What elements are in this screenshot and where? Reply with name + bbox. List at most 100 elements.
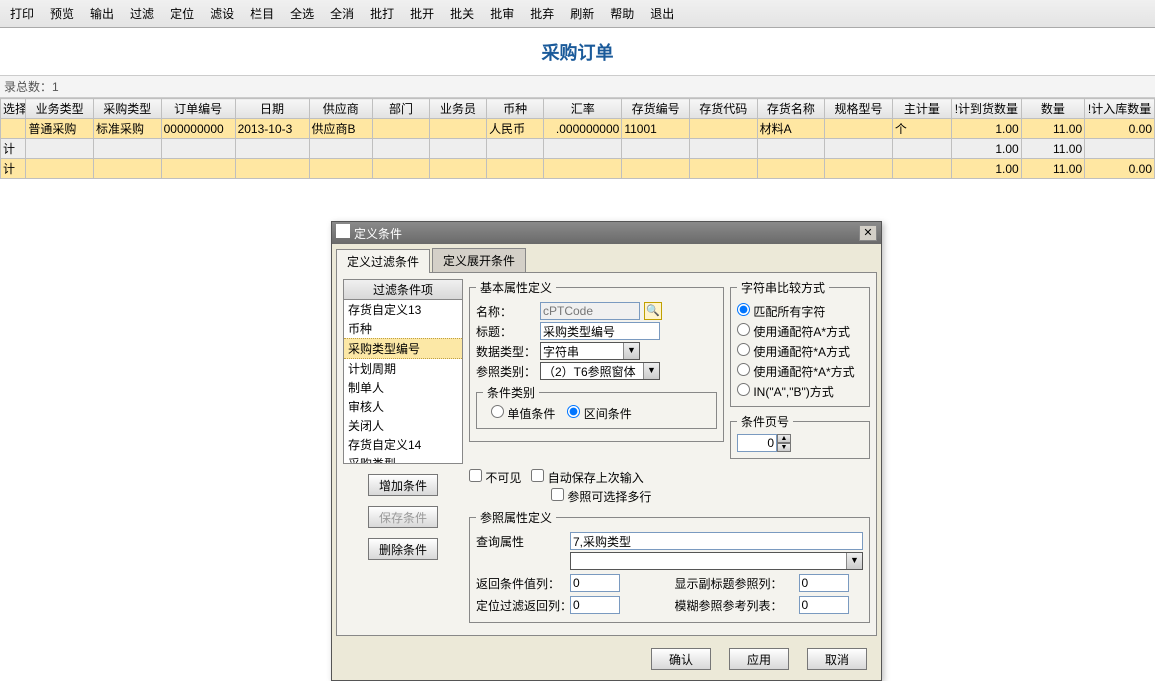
filter-list[interactable]: 存货自定义13币种采购类型编号计划周期制单人审核人关闭人存货自定义14采购类型存… (343, 300, 463, 464)
autosave-checkbox[interactable]: 自动保存上次输入 (531, 469, 643, 486)
col-header[interactable]: 存货名称 (757, 99, 825, 119)
toolbar-批审[interactable]: 批审 (482, 1, 522, 27)
compare-option[interactable]: 使用通配符*A*方式 (737, 363, 863, 380)
toolbar-栏目[interactable]: 栏目 (242, 1, 282, 27)
tab-expand-condition[interactable]: 定义展开条件 (432, 248, 526, 272)
col-header[interactable]: 存货编号 (622, 99, 690, 119)
list-item[interactable]: 计划周期 (344, 359, 462, 378)
compare-fieldset: 字符串比较方式 匹配所有字符 使用通配符A*方式 使用通配符*A方式 使用通配符… (730, 279, 870, 407)
cell: 2013-10-3 (235, 119, 309, 139)
list-item[interactable]: 币种 (344, 319, 462, 338)
col-header[interactable]: 币种 (487, 99, 544, 119)
toolbar-定位[interactable]: 定位 (162, 1, 202, 27)
compare-option[interactable]: 匹配所有字符 (737, 303, 863, 320)
name-label: 名称： (476, 303, 536, 320)
list-item[interactable]: 审核人 (344, 397, 462, 416)
col-header[interactable]: 订单编号 (161, 99, 235, 119)
spin-up-icon[interactable]: ▲ (777, 434, 791, 443)
basic-attr-fieldset: 基本属性定义 名称： 🔍 标题： 数据类型： (469, 279, 724, 442)
fuzzy-label: 模糊参照参考列表： (675, 597, 795, 614)
datatype-select[interactable]: 字符串▼ (540, 342, 640, 360)
col-header[interactable]: 部门 (372, 99, 429, 119)
save-condition-button[interactable]: 保存条件 (368, 506, 438, 528)
dialog-titlebar[interactable]: 定义条件 ✕ (332, 222, 881, 244)
cell (309, 159, 372, 179)
cell (622, 159, 690, 179)
tab-filter-condition[interactable]: 定义过滤条件 (336, 249, 430, 273)
toolbar-滤设[interactable]: 滤设 (202, 1, 242, 27)
pageno-stepper[interactable]: ▲▼ (737, 434, 791, 452)
list-item[interactable]: 采购类型 (344, 454, 462, 464)
col-header[interactable]: 选择 (1, 99, 26, 119)
col-header[interactable]: 供应商 (309, 99, 372, 119)
lookup-icon[interactable]: 🔍 (644, 302, 662, 320)
col-header[interactable]: 数量 (1021, 99, 1084, 119)
apply-button[interactable]: 应用 (729, 648, 789, 670)
col-header[interactable]: 汇率 (544, 99, 622, 119)
dialog-tabs: 定义过滤条件 定义展开条件 (332, 244, 881, 272)
toolbar-批关[interactable]: 批关 (442, 1, 482, 27)
toolbar-打印[interactable]: 打印 (2, 1, 42, 27)
table-row[interactable]: 计1.0011.00 (1, 139, 1155, 159)
delete-condition-button[interactable]: 删除条件 (368, 538, 438, 560)
invisible-checkbox[interactable]: 不可见 (469, 469, 521, 486)
compare-option[interactable]: 使用通配符*A方式 (737, 343, 863, 360)
ref-attr-legend: 参照属性定义 (476, 509, 556, 526)
table-row[interactable]: 普通采购标准采购0000000002013-10-3供应商B人民币.000000… (1, 119, 1155, 139)
toolbar-预览[interactable]: 预览 (42, 1, 82, 27)
col-header[interactable]: 业务员 (430, 99, 487, 119)
query-attr-select[interactable]: ▼ (570, 552, 863, 570)
query-attr-input[interactable] (570, 532, 863, 550)
title-input[interactable] (540, 322, 660, 340)
list-item[interactable]: 存货自定义13 (344, 300, 462, 319)
main-grid: 选择业务类型采购类型订单编号日期供应商部门业务员币种汇率存货编号存货代码存货名称… (0, 98, 1155, 179)
toolbar-帮助[interactable]: 帮助 (602, 1, 642, 27)
toolbar-批弃[interactable]: 批弃 (522, 1, 562, 27)
retcol-input[interactable] (570, 574, 620, 592)
define-condition-dialog: 定义条件 ✕ 定义过滤条件 定义展开条件 过滤条件项 存货自定义13币种采购类型… (331, 221, 882, 681)
spin-down-icon[interactable]: ▼ (777, 443, 791, 452)
toolbar-全选[interactable]: 全选 (282, 1, 322, 27)
cell (1085, 139, 1155, 159)
list-item[interactable]: 存货自定义14 (344, 435, 462, 454)
toolbar-输出[interactable]: 输出 (82, 1, 122, 27)
col-header[interactable]: !计入库数量 (1085, 99, 1155, 119)
toolbar-批打[interactable]: 批打 (362, 1, 402, 27)
dialog-panel: 过滤条件项 存货自定义13币种采购类型编号计划周期制单人审核人关闭人存货自定义1… (336, 272, 877, 636)
single-value-radio[interactable]: 单值条件 (491, 405, 555, 422)
locate-input[interactable] (570, 596, 620, 614)
col-header[interactable]: 采购类型 (93, 99, 161, 119)
col-header[interactable]: 主计量 (892, 99, 951, 119)
add-condition-button[interactable]: 增加条件 (368, 474, 438, 496)
condition-kind-legend: 条件类别 (483, 384, 539, 401)
cell (825, 159, 893, 179)
ok-button[interactable]: 确认 (651, 648, 711, 670)
col-header[interactable]: 存货代码 (689, 99, 757, 119)
close-icon[interactable]: ✕ (859, 225, 877, 241)
list-item[interactable]: 制单人 (344, 378, 462, 397)
toolbar-刷新[interactable]: 刷新 (562, 1, 602, 27)
col-header[interactable]: !计到货数量 (952, 99, 1022, 119)
ref-multi-checkbox[interactable]: 参照可选择多行 (551, 488, 651, 505)
col-header[interactable]: 规格型号 (825, 99, 893, 119)
toolbar-批开[interactable]: 批开 (402, 1, 442, 27)
cell (161, 159, 235, 179)
list-item[interactable]: 关闭人 (344, 416, 462, 435)
compare-option[interactable]: IN("A","B")方式 (737, 383, 863, 400)
col-header[interactable]: 业务类型 (26, 99, 94, 119)
cancel-button[interactable]: 取消 (807, 648, 867, 670)
table-row[interactable]: 计1.0011.000.00 (1, 159, 1155, 179)
pageno-input[interactable] (737, 434, 777, 452)
cell: 个 (892, 119, 951, 139)
col-header[interactable]: 日期 (235, 99, 309, 119)
toolbar-退出[interactable]: 退出 (642, 1, 682, 27)
list-item[interactable]: 采购类型编号 (344, 338, 462, 359)
range-value-radio[interactable]: 区间条件 (567, 405, 631, 422)
cell (689, 159, 757, 179)
subtitle-input[interactable] (799, 574, 849, 592)
toolbar-全消[interactable]: 全消 (322, 1, 362, 27)
fuzzy-input[interactable] (799, 596, 849, 614)
compare-option[interactable]: 使用通配符A*方式 (737, 323, 863, 340)
toolbar-过滤[interactable]: 过滤 (122, 1, 162, 27)
reftype-select[interactable]: （2）T6参照窗体▼ (540, 362, 660, 380)
